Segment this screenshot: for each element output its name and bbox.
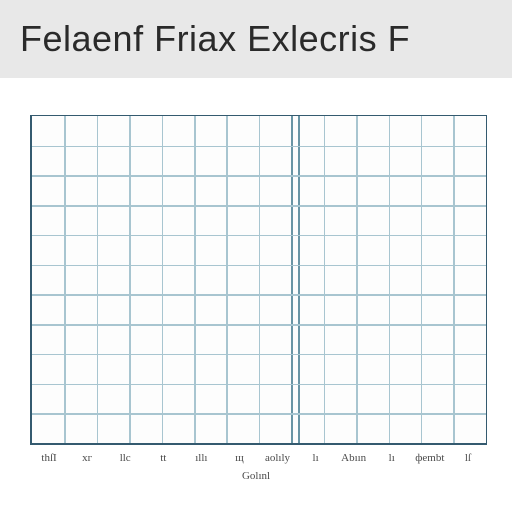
x-tick-label: llc xyxy=(106,452,144,464)
x-axis-title: Golınl xyxy=(0,470,512,482)
x-tick-label: ıllı xyxy=(182,452,220,464)
x-tick-label: tt xyxy=(144,452,182,464)
x-tick-label: Abıın xyxy=(335,452,373,464)
x-tick-label: фembt xyxy=(411,452,449,464)
chart-grid xyxy=(30,115,487,445)
x-tick-label: thſI xyxy=(30,452,68,464)
page-title: Felaenf Friax Exlecris F xyxy=(0,0,512,78)
x-tick-label: lı xyxy=(297,452,335,464)
x-tick-label: хг xyxy=(68,452,106,464)
x-tick-label: lſ xyxy=(449,452,487,464)
x-tick-label: lı xyxy=(373,452,411,464)
x-axis-labels: thſI хг llc tt ıllı щ aolıly lı Abıın lı… xyxy=(30,452,487,464)
x-tick-label: aolıly xyxy=(258,452,296,464)
x-tick-label: щ xyxy=(220,452,258,464)
